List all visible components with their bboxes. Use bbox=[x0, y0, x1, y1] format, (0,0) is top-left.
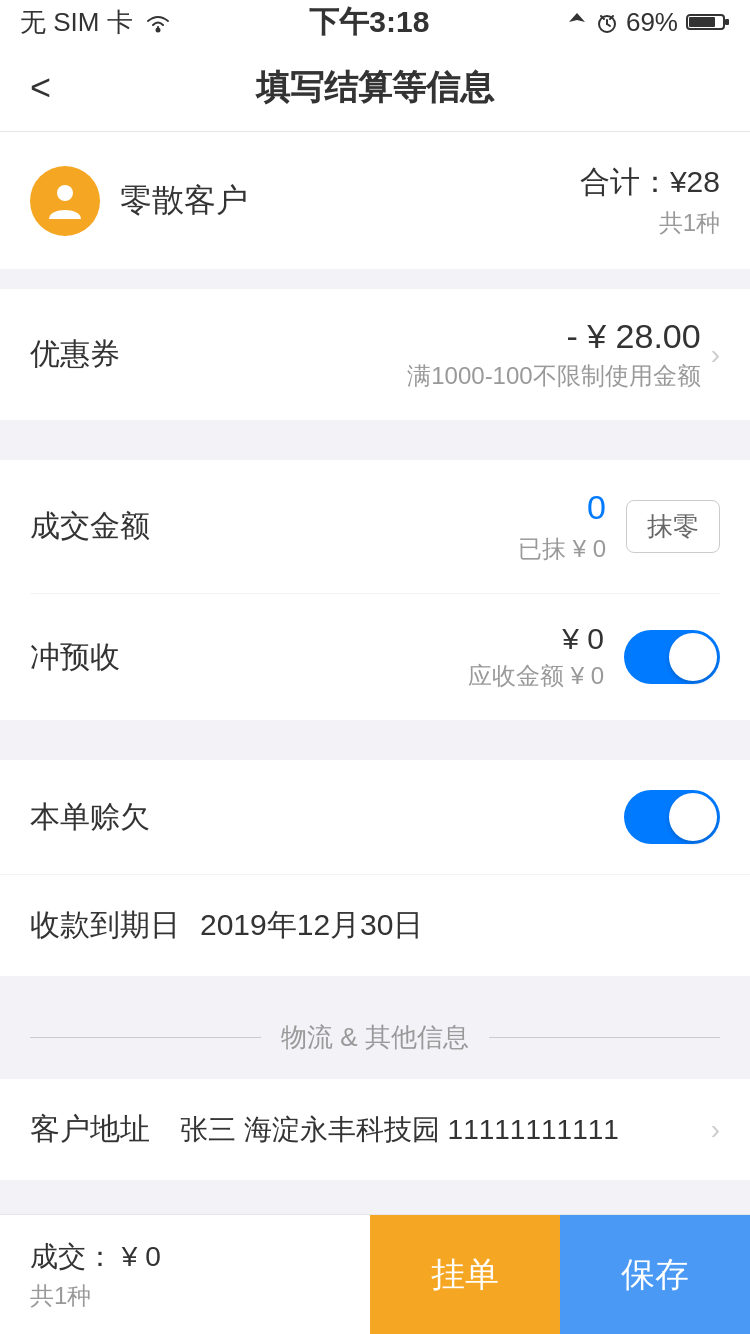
coupon-right-wrapper: - ¥ 28.00 满1000-100不限制使用金额 › bbox=[407, 317, 720, 392]
deal-prepay-section: 成交金额 0 已抹 ¥ 0 抹零 冲预收 ¥ 0 应收金额 ¥ 0 bbox=[0, 460, 750, 720]
divider-2 bbox=[0, 740, 750, 760]
sim-status: 无 SIM 卡 bbox=[20, 5, 133, 40]
alarm-icon bbox=[596, 11, 618, 33]
prepay-label: 冲预收 bbox=[30, 637, 120, 678]
coupon-label: 优惠券 bbox=[30, 334, 120, 375]
due-date-label: 收款到期日 bbox=[30, 905, 180, 946]
hang-order-button[interactable]: 挂单 bbox=[370, 1215, 560, 1335]
debt-section: 本单赊欠 收款到期日 2019年12月30日 bbox=[0, 760, 750, 976]
logistics-header: 物流 & 其他信息 bbox=[0, 996, 750, 1079]
back-button[interactable]: < bbox=[30, 67, 51, 109]
prepay-values: ¥ 0 应收金额 ¥ 0 bbox=[468, 622, 604, 692]
status-bar: 无 SIM 卡 下午3:18 69% bbox=[0, 0, 750, 44]
svg-rect-5 bbox=[689, 17, 715, 27]
debt-toggle[interactable] bbox=[624, 790, 720, 844]
prepay-row: 冲预收 ¥ 0 应收金额 ¥ 0 bbox=[30, 594, 720, 720]
address-chevron-icon: › bbox=[711, 1114, 720, 1146]
bottom-deal-value: ¥ 0 bbox=[122, 1241, 161, 1272]
deal-amount-right: 0 已抹 ¥ 0 抹零 bbox=[518, 488, 720, 565]
coupon-row[interactable]: 优惠券 - ¥ 28.00 满1000-100不限制使用金额 › bbox=[0, 289, 750, 420]
address-value: 张三 海淀永丰科技园 11111111111 bbox=[180, 1111, 701, 1149]
customer-right: 合计：¥28 共1种 bbox=[580, 162, 720, 239]
customer-total: 合计：¥28 bbox=[580, 162, 720, 203]
save-button[interactable]: 保存 bbox=[560, 1215, 750, 1335]
location-icon bbox=[566, 11, 588, 33]
avatar bbox=[30, 166, 100, 236]
svg-rect-6 bbox=[725, 19, 729, 25]
battery-percent: 69% bbox=[626, 7, 678, 38]
svg-line-3 bbox=[607, 24, 610, 26]
deal-value: 0 bbox=[518, 488, 606, 527]
deal-value-wrapper: 0 已抹 ¥ 0 bbox=[518, 488, 606, 565]
toggle-knob bbox=[669, 633, 717, 681]
deal-right-inner: 0 已抹 ¥ 0 抹零 bbox=[518, 488, 720, 565]
page-title: 填写结算等信息 bbox=[256, 65, 494, 111]
bottom-count: 共1种 bbox=[30, 1280, 340, 1312]
customer-left: 零散客户 bbox=[30, 166, 248, 236]
divider-1 bbox=[0, 440, 750, 460]
coupon-section[interactable]: 优惠券 - ¥ 28.00 满1000-100不限制使用金额 › bbox=[0, 289, 750, 420]
battery-icon bbox=[686, 11, 730, 33]
bottom-info: 成交： ¥ 0 共1种 bbox=[0, 1238, 370, 1312]
round-zero-button[interactable]: 抹零 bbox=[626, 500, 720, 553]
due-date-row: 收款到期日 2019年12月30日 bbox=[0, 874, 750, 976]
prepay-toggle[interactable] bbox=[624, 630, 720, 684]
prepay-receivable: 应收金额 ¥ 0 bbox=[468, 660, 604, 692]
svg-point-7 bbox=[57, 185, 73, 201]
status-time: 下午3:18 bbox=[309, 2, 429, 43]
nav-bar: < 填写结算等信息 bbox=[0, 44, 750, 132]
bottom-bar: 成交： ¥ 0 共1种 挂单 保存 bbox=[0, 1214, 750, 1334]
prepay-amount: ¥ 0 bbox=[468, 622, 604, 656]
deal-amount-row: 成交金额 0 已抹 ¥ 0 抹零 bbox=[30, 460, 720, 594]
due-date-value: 2019年12月30日 bbox=[200, 905, 423, 946]
status-right: 69% bbox=[566, 7, 730, 38]
debt-row: 本单赊欠 bbox=[0, 760, 750, 874]
prepay-right: ¥ 0 应收金额 ¥ 0 bbox=[468, 622, 720, 692]
address-section[interactable]: 客户地址 张三 海淀永丰科技园 11111111111 › bbox=[0, 1079, 750, 1180]
bottom-deal: 成交： ¥ 0 bbox=[30, 1238, 340, 1276]
person-icon bbox=[43, 179, 87, 223]
debt-label: 本单赊欠 bbox=[30, 797, 150, 838]
customer-name: 零散客户 bbox=[120, 179, 248, 223]
coupon-amount: - ¥ 28.00 bbox=[407, 317, 700, 356]
wifi-icon bbox=[143, 11, 173, 33]
coupon-chevron-icon: › bbox=[711, 339, 720, 371]
deal-amount-label: 成交金额 bbox=[30, 506, 150, 547]
logistics-text: 物流 & 其他信息 bbox=[281, 1020, 469, 1055]
deal-sub: 已抹 ¥ 0 bbox=[518, 533, 606, 565]
logistics-line-left bbox=[30, 1037, 261, 1038]
customer-section: 零散客户 合计：¥28 共1种 bbox=[0, 132, 750, 269]
address-label: 客户地址 bbox=[30, 1109, 150, 1150]
svg-point-0 bbox=[155, 28, 160, 33]
debt-toggle-knob bbox=[669, 793, 717, 841]
customer-row: 零散客户 合计：¥28 共1种 bbox=[0, 132, 750, 269]
coupon-right: - ¥ 28.00 满1000-100不限制使用金额 bbox=[407, 317, 700, 392]
address-row[interactable]: 客户地址 张三 海淀永丰科技园 11111111111 › bbox=[0, 1079, 750, 1180]
logistics-line-right bbox=[489, 1037, 720, 1038]
coupon-desc: 满1000-100不限制使用金额 bbox=[407, 360, 700, 392]
customer-count: 共1种 bbox=[580, 207, 720, 239]
bottom-deal-label: 成交： bbox=[30, 1241, 114, 1272]
status-left: 无 SIM 卡 bbox=[20, 5, 173, 40]
